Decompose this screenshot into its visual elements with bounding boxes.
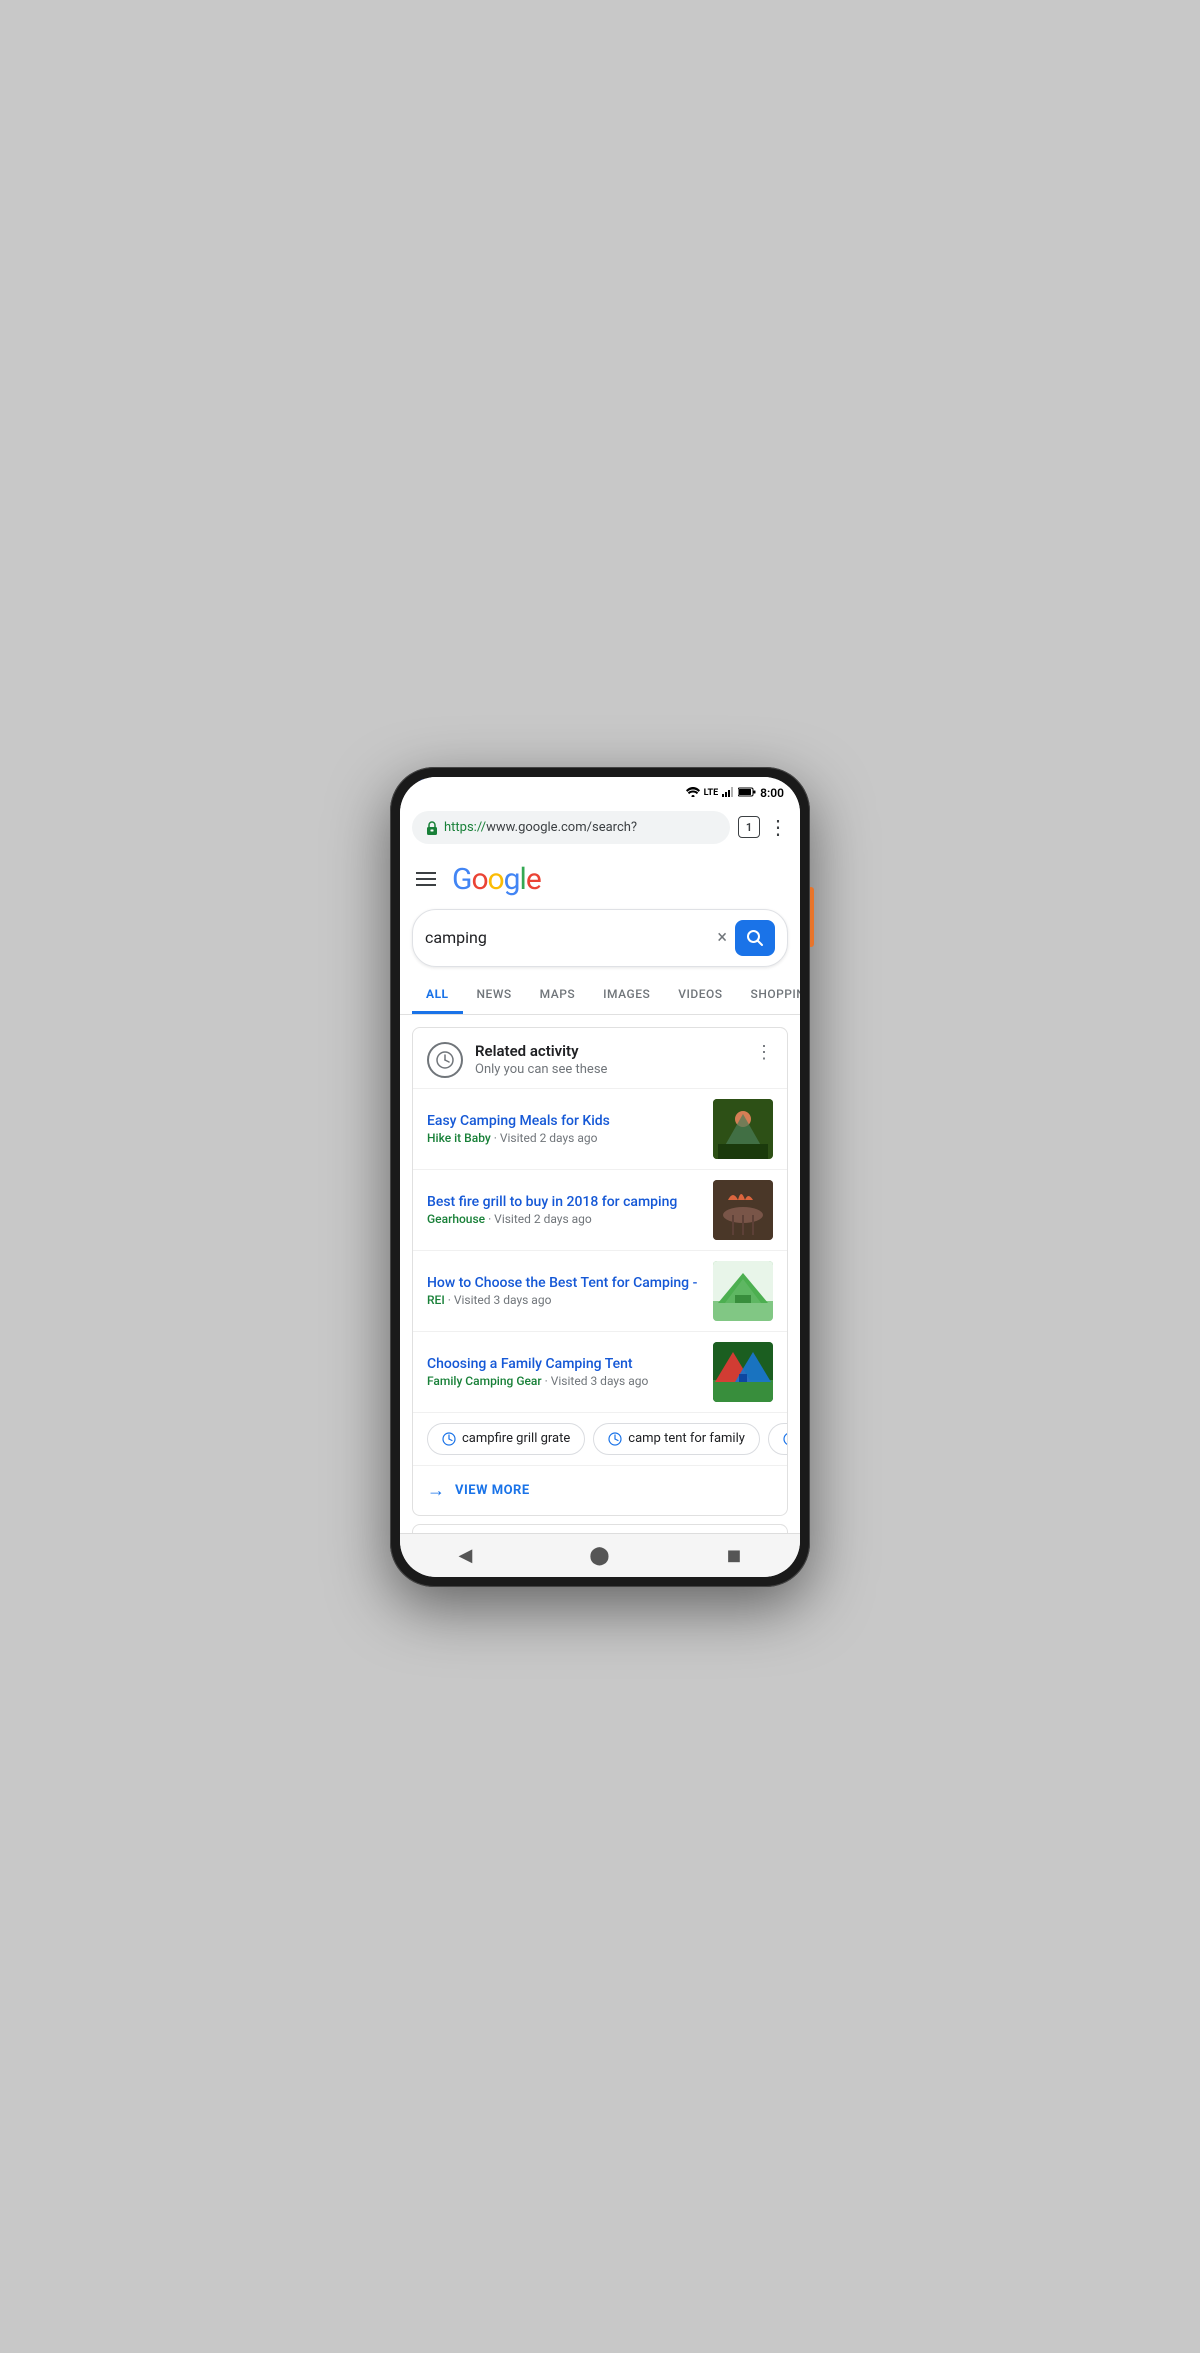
url-text: https://www.google.com/search? (444, 820, 637, 835)
related-activity-clock-icon (427, 1042, 463, 1078)
activity-item-3-thumbnail (713, 1261, 773, 1321)
search-query: camping (425, 928, 717, 947)
tab-count-button[interactable]: 1 (738, 816, 760, 838)
activity-item-4-date: · Visited 3 days ago (545, 1374, 649, 1388)
activity-item-1-title[interactable]: Easy Camping Meals for Kids (427, 1113, 703, 1129)
chip-clock-icon-2 (608, 1431, 622, 1447)
wifi-icon (686, 787, 700, 798)
hamburger-line (416, 878, 436, 880)
activity-item-1-meta: Hike it Baby · Visited 2 days ago (427, 1131, 703, 1145)
url-field[interactable]: https://www.google.com/search? (412, 811, 730, 844)
activity-item-2-title[interactable]: Best fire grill to buy in 2018 for campi… (427, 1194, 703, 1210)
url-host: www.google.com (486, 820, 586, 835)
view-more-label: VIEW MORE (455, 1483, 530, 1498)
search-clear-button[interactable]: × (717, 927, 727, 948)
signal-icon (722, 787, 734, 798)
recent-searches-row: campfire grill grate camp tent for fami (413, 1412, 787, 1465)
chip-clock-icon-1 (442, 1431, 456, 1447)
url-path: /search? (587, 820, 637, 835)
view-more-row[interactable]: → VIEW MORE (413, 1465, 787, 1515)
recent-chip-tent[interactable]: camp tent for family (593, 1423, 760, 1455)
activity-item-3[interactable]: How to Choose the Best Tent for Camping … (413, 1250, 787, 1331)
logo-g1: G (452, 862, 471, 897)
activity-item-4-source: Family Camping Gear (427, 1374, 542, 1388)
search-tabs: ALL NEWS MAPS IMAGES VIDEOS SHOPPIN (400, 977, 800, 1015)
activity-item-3-date: · Visited 3 days ago (448, 1293, 552, 1307)
activity-item-2-date: · Visited 2 days ago (488, 1212, 592, 1226)
hamburger-menu[interactable] (416, 872, 436, 886)
lock-icon (426, 818, 438, 837)
activity-item-2[interactable]: Best fire grill to buy in 2018 for campi… (413, 1169, 787, 1250)
chip-clock-icon-3 (783, 1431, 787, 1447)
url-scheme: https:// (444, 820, 486, 835)
activity-item-2-thumbnail (713, 1180, 773, 1240)
related-activity-header: Related activity Only you can see these … (413, 1028, 787, 1088)
logo-o1: o (471, 862, 487, 897)
search-button[interactable] (735, 920, 775, 956)
activity-item-1-thumbnail (713, 1099, 773, 1159)
tab-videos[interactable]: VIDEOS (664, 977, 736, 1014)
phone-inner: LTE (400, 777, 800, 1577)
tab-maps[interactable]: MAPS (526, 977, 589, 1014)
hamburger-line (416, 872, 436, 874)
activity-item-4[interactable]: Choosing a Family Camping Tent Family Ca… (413, 1331, 787, 1412)
recent-chip-campfire[interactable]: campfire grill grate (427, 1423, 585, 1455)
battery-icon (738, 787, 756, 798)
lte-icon: LTE (704, 788, 719, 798)
home-button[interactable]: ⬤ (589, 1545, 609, 1566)
related-activity-title: Related activity (475, 1042, 607, 1060)
activity-item-2-text: Best fire grill to buy in 2018 for campi… (427, 1194, 703, 1226)
recent-chip-more[interactable] (768, 1423, 787, 1455)
address-bar: https://www.google.com/search? 1 ⋮ (400, 805, 800, 850)
related-activity-text: Related activity Only you can see these (475, 1042, 607, 1077)
activity-item-3-source: REI (427, 1293, 445, 1307)
phone-screen: LTE (400, 777, 800, 1577)
tab-shopping[interactable]: SHOPPIN (737, 977, 800, 1014)
thumb-tent-image (713, 1261, 773, 1321)
activity-item-2-source: Gearhouse (427, 1212, 485, 1226)
activity-item-1-text: Easy Camping Meals for Kids Hike it Baby… (427, 1113, 703, 1145)
tab-news[interactable]: NEWS (463, 977, 526, 1014)
tab-images[interactable]: IMAGES (589, 977, 664, 1014)
back-button[interactable]: ◀ (459, 1545, 473, 1566)
status-bar: LTE (400, 777, 800, 805)
bottom-nav: ◀ ⬤ ◼ (400, 1533, 800, 1577)
view-more-arrow-icon: → (427, 1480, 445, 1501)
search-bar[interactable]: camping × (412, 909, 788, 967)
chip-label-campfire: campfire grill grate (462, 1431, 570, 1446)
activity-item-3-text: How to Choose the Best Tent for Camping … (427, 1275, 703, 1307)
hamburger-line (416, 884, 436, 886)
logo-e: e (526, 862, 541, 897)
chip-label-tent: camp tent for family (628, 1431, 745, 1446)
related-activity-more-button[interactable]: ⋮ (755, 1042, 773, 1063)
thumb-family-image (713, 1342, 773, 1402)
related-activity-card: Related activity Only you can see these … (412, 1027, 788, 1516)
nps-search-result: What to Bring - Camping (U.S. National P… (412, 1524, 788, 1533)
activity-item-1-source: Hike it Baby (427, 1131, 491, 1145)
activity-item-4-thumbnail (713, 1342, 773, 1402)
activity-item-4-text: Choosing a Family Camping Tent Family Ca… (427, 1356, 703, 1388)
activity-item-4-title[interactable]: Choosing a Family Camping Tent (427, 1356, 703, 1372)
related-activity-subtitle: Only you can see these (475, 1062, 607, 1077)
logo-o2: o (488, 862, 504, 897)
activity-item-3-meta: REI · Visited 3 days ago (427, 1293, 703, 1307)
activity-item-1-date: · Visited 2 days ago (494, 1131, 598, 1145)
tab-all[interactable]: ALL (412, 977, 463, 1014)
phone-device: LTE (390, 767, 810, 1587)
activity-item-2-meta: Gearhouse · Visited 2 days ago (427, 1212, 703, 1226)
status-time: 8:00 (760, 786, 784, 800)
activity-item-3-title[interactable]: How to Choose the Best Tent for Camping … (427, 1275, 703, 1291)
google-logo: Google (452, 862, 541, 897)
activity-item-1[interactable]: Easy Camping Meals for Kids Hike it Baby… (413, 1088, 787, 1169)
recent-apps-button[interactable]: ◼ (727, 1545, 742, 1566)
google-header: Google (400, 850, 800, 905)
thumb-camping-kids-image (713, 1099, 773, 1159)
logo-g2: g (504, 862, 520, 897)
chrome-content: Google camping × ALL (400, 850, 800, 1533)
activity-item-4-meta: Family Camping Gear · Visited 3 days ago (427, 1374, 703, 1388)
volume-button (810, 887, 814, 947)
thumb-fire-grill-image (713, 1180, 773, 1240)
browser-more-button[interactable]: ⋮ (768, 817, 788, 837)
status-icons: LTE (686, 786, 784, 800)
